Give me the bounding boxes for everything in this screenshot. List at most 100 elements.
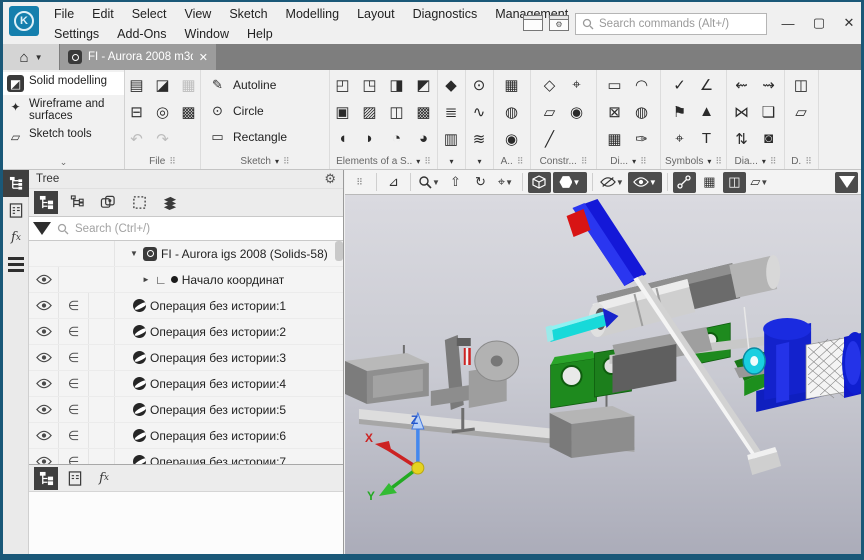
include-toggle[interactable]: ∈	[59, 371, 89, 396]
mirror-icon[interactable]: ◍	[500, 99, 523, 124]
layers-icon[interactable]	[158, 191, 182, 214]
gear-icon[interactable]: ⚙	[324, 171, 336, 187]
chevron-down-icon[interactable]: ▾	[762, 157, 766, 166]
visibility-toggle[interactable]	[29, 449, 59, 464]
boss-icon[interactable]: ▣	[331, 99, 354, 124]
constraints-icon[interactable]	[672, 171, 696, 193]
menu-item[interactable]: Sketch	[220, 5, 276, 23]
tree-operation-row[interactable]: ∈ Операция без истории:6	[29, 423, 343, 449]
fence-icon[interactable]: ≣	[440, 99, 463, 124]
grip-icon[interactable]: ⠿	[805, 156, 812, 167]
open-icon[interactable]: ◪	[151, 72, 174, 97]
caret-collapsed-icon[interactable]: ►	[141, 275, 151, 284]
include-toggle[interactable]: ∈	[59, 319, 89, 344]
caret-expanded-icon[interactable]: ▼	[129, 249, 139, 258]
document-tab[interactable]: FI - Aurora 2008 m3d... ✕	[60, 44, 216, 70]
axis-icon[interactable]: ╱	[538, 126, 561, 151]
redo-icon[interactable]: ↷	[151, 126, 174, 151]
chevron-down-icon[interactable]: ▾	[707, 157, 711, 166]
include-toggle[interactable]: ∈	[59, 345, 89, 370]
roundness-icon[interactable]: ◍	[630, 99, 653, 124]
grip-icon[interactable]: ⠿	[169, 156, 176, 167]
include-toggle[interactable]: ∈	[59, 293, 89, 318]
menu-item[interactable]: Layout	[348, 5, 404, 23]
minimize-button[interactable]: —	[775, 12, 801, 34]
rotate-component-icon[interactable]: ↻	[469, 172, 492, 193]
hole-icon[interactable]: ◕	[412, 126, 435, 151]
menu-item[interactable]: File	[45, 5, 83, 23]
maximize-button[interactable]: ▢	[806, 12, 832, 34]
shell-icon[interactable]: ◫	[385, 99, 408, 124]
kompas-logo-icon[interactable]: K	[9, 6, 39, 36]
scene-settings-icon[interactable]: ◫	[722, 171, 746, 193]
loft-icon[interactable]: ◨	[385, 72, 408, 97]
structure-tree-icon[interactable]	[65, 191, 89, 214]
fillet-icon[interactable]: ◖	[331, 126, 354, 151]
spline-icon[interactable]: ∿	[468, 99, 491, 124]
menu-item[interactable]: View	[175, 5, 220, 23]
datum-flag-icon[interactable]: ⚑	[668, 99, 691, 124]
chevron-down-icon[interactable]: ▾	[449, 157, 453, 166]
visibility-toggle[interactable]	[29, 397, 59, 422]
grip-icon[interactable]: ⠿	[517, 156, 524, 167]
control-point-icon[interactable]: ◉	[565, 99, 588, 124]
rectangle-tool[interactable]: ▭ Rectangle	[201, 124, 329, 150]
fx-tab-icon[interactable]: fx	[92, 467, 116, 490]
chevron-down-icon[interactable]: ▾	[477, 157, 481, 166]
hand-dim-icon[interactable]: ✑	[630, 126, 653, 151]
tree-scrollbar[interactable]	[335, 241, 343, 261]
pattern-icon[interactable]: ◆	[440, 72, 463, 97]
undo-icon[interactable]: ↶	[125, 126, 148, 151]
chevron-down-icon[interactable]: ▾	[275, 157, 279, 166]
table-dim-icon[interactable]: ▦	[603, 126, 626, 151]
include-toggle[interactable]: ∈	[59, 423, 89, 448]
menu-item[interactable]: Settings	[45, 25, 108, 43]
rib-icon[interactable]: ▩	[412, 99, 435, 124]
curves-icon[interactable]: ≋	[468, 126, 491, 151]
show-objects-icon[interactable]: ▼	[627, 171, 662, 193]
print-icon[interactable]: ⊟	[125, 99, 148, 124]
book-icon[interactable]: ▥	[440, 126, 463, 151]
grip-icon[interactable]: ⠿	[581, 156, 588, 167]
chamfer-icon[interactable]: ◗	[358, 126, 381, 151]
menu-item[interactable]: Select	[123, 5, 176, 23]
cut-icon[interactable]: ▨	[358, 99, 381, 124]
display-mode-icon[interactable]: ▼	[552, 171, 587, 193]
chevron-down-icon[interactable]: ▾	[416, 157, 420, 166]
visibility-toggle[interactable]	[29, 371, 59, 396]
visibility-toggle[interactable]	[29, 423, 59, 448]
fragment-icon[interactable]: ▱	[790, 99, 813, 124]
body-icon[interactable]: ◉	[500, 126, 523, 151]
draft-icon[interactable]: ◔	[385, 126, 408, 151]
plane-offset-icon[interactable]: ◇	[538, 72, 561, 97]
circle-tool[interactable]: ⊙ Circle	[201, 98, 329, 124]
hide-objects-icon[interactable]: ▼	[598, 172, 626, 193]
sweep-icon[interactable]: ◩	[412, 72, 435, 97]
tree-operation-row[interactable]: ∈ Операция без истории:3	[29, 345, 343, 371]
revolve-icon[interactable]: ◳	[358, 72, 381, 97]
visibility-toggle[interactable]	[29, 267, 59, 292]
grip-icon[interactable]: ⠿	[640, 156, 647, 167]
tab-close-icon[interactable]: ✕	[199, 51, 208, 64]
tree-operation-row[interactable]: ∈ Операция без истории:4	[29, 371, 343, 397]
menu-item[interactable]: Modelling	[277, 5, 349, 23]
visibility-toggle[interactable]	[29, 293, 59, 318]
spread-icon[interactable]: ⇅	[730, 126, 753, 151]
grip-icon[interactable]: ⠿	[770, 156, 777, 167]
deviation-icon[interactable]: ⇝	[757, 72, 780, 97]
chevron-down-icon[interactable]: ▾	[632, 157, 636, 166]
move-component-icon[interactable]: ⇧	[444, 172, 467, 193]
grip-icon[interactable]: ⠿	[424, 156, 431, 167]
position-icon[interactable]: ⌖	[668, 126, 691, 151]
selection-area-icon[interactable]	[127, 191, 151, 214]
roughness-icon[interactable]: ✓	[668, 72, 691, 97]
menu-item[interactable]: Window	[176, 25, 238, 43]
window-settings-icon[interactable]: ⚙	[549, 15, 569, 31]
save-icon[interactable]: ▦	[177, 72, 200, 97]
measure-curve-icon[interactable]: ⇜	[730, 72, 753, 97]
menu-item[interactable]: Edit	[83, 5, 123, 23]
array-icon[interactable]: ▦	[500, 72, 523, 97]
visibility-toggle[interactable]	[29, 345, 59, 370]
tree-root-row[interactable]: ▼ FI - Aurora igs 2008 (Solids-58)	[29, 241, 343, 267]
fx-panel-icon[interactable]: fx	[3, 224, 29, 251]
